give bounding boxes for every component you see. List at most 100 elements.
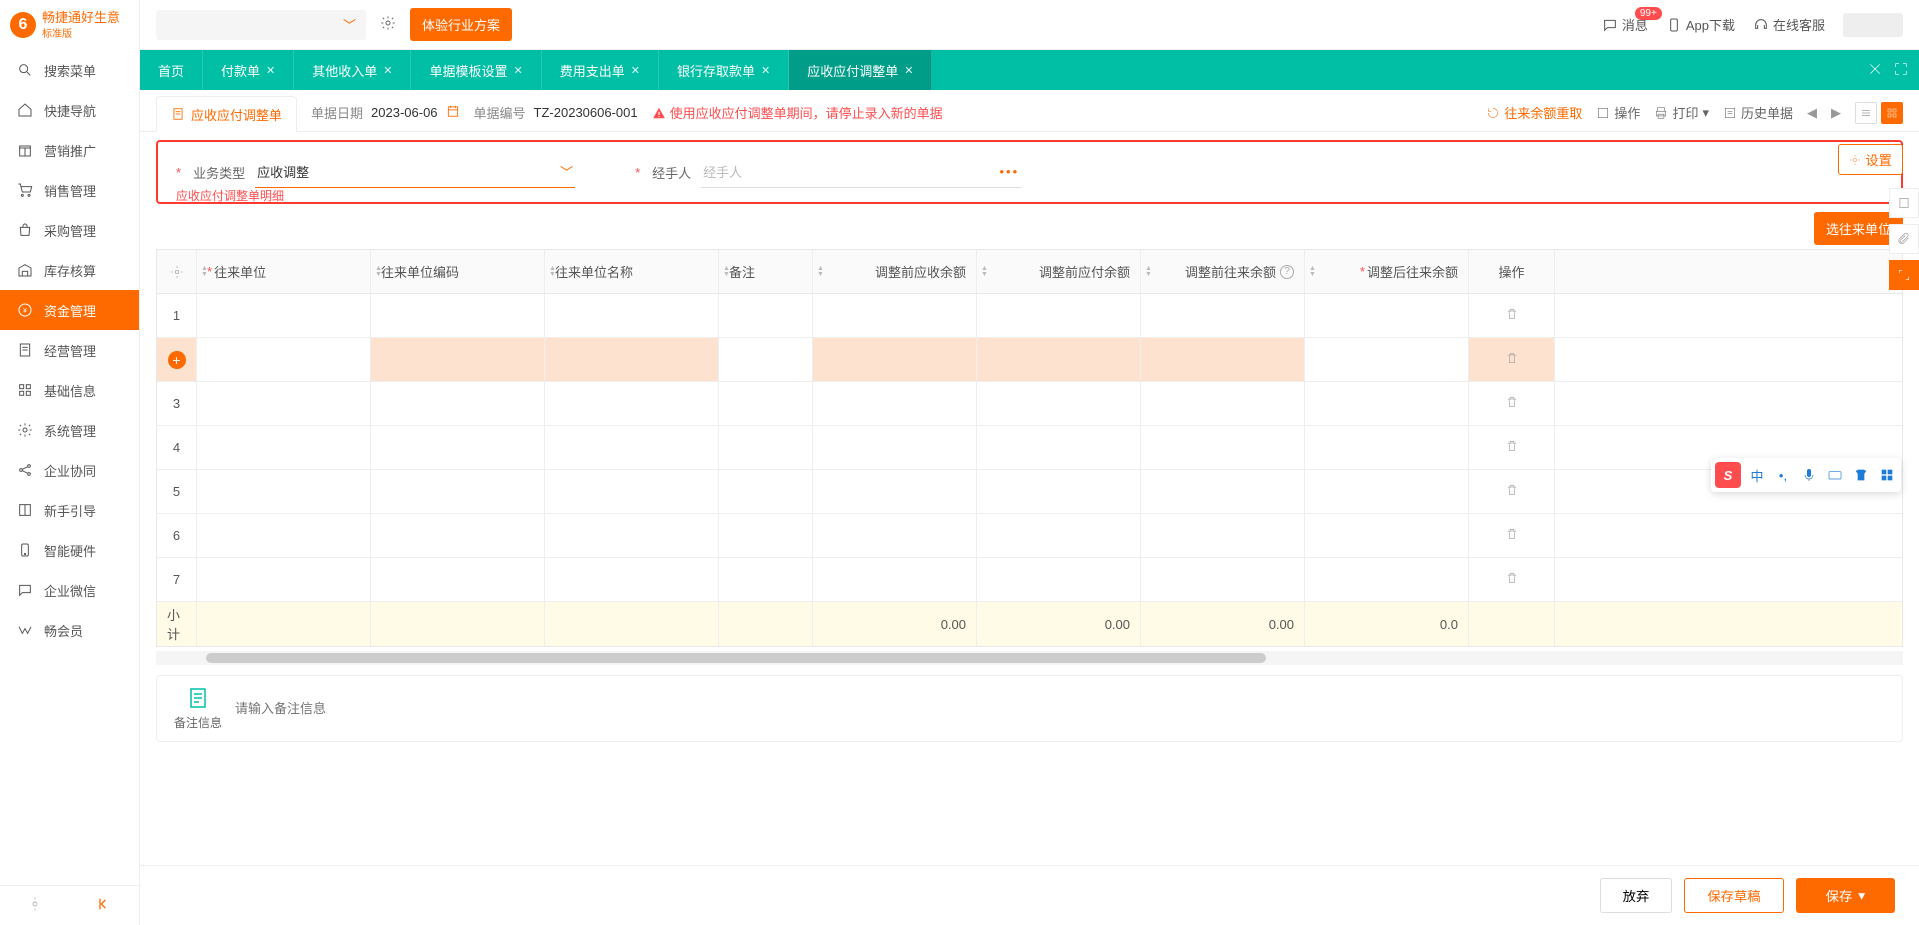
cell-unit[interactable] (197, 558, 371, 601)
print-button[interactable]: 打印▾ (1654, 103, 1709, 122)
ime-toolbox-icon[interactable] (1877, 465, 1897, 485)
cell-post-balance[interactable] (1305, 514, 1469, 557)
th-pre-ar[interactable]: ▲▼调整前应收余额 (813, 250, 977, 293)
tab-bank[interactable]: 银行存取款单✕ (659, 50, 789, 90)
nav-collab[interactable]: 企业协同 (0, 450, 139, 490)
cell-unit[interactable] (197, 382, 371, 425)
cell-unit[interactable] (197, 294, 371, 337)
settings-button[interactable]: 设置 (1838, 144, 1903, 175)
nav-quick-nav[interactable]: 快捷导航 (0, 90, 139, 130)
trash-icon[interactable] (1505, 571, 1519, 588)
cell-remark[interactable] (719, 338, 813, 381)
nav-system[interactable]: 系统管理 (0, 410, 139, 450)
cell-name[interactable] (545, 470, 719, 513)
cell-pre-ar[interactable] (813, 294, 977, 337)
cell-code[interactable] (371, 426, 545, 469)
cell-post-balance[interactable] (1305, 382, 1469, 425)
cell-remark[interactable] (719, 558, 813, 601)
tab-home[interactable]: 首页 (140, 50, 203, 90)
close-icon[interactable]: ✕ (266, 64, 275, 77)
sort-icon[interactable]: ▲▼ (1309, 266, 1316, 278)
view-grid-button[interactable] (1881, 102, 1903, 124)
nav-purchase[interactable]: 采购管理 (0, 210, 139, 250)
cell-pre-ar[interactable] (813, 382, 977, 425)
cell-post-balance[interactable] (1305, 338, 1469, 381)
nav-base-info[interactable]: 基础信息 (0, 370, 139, 410)
cell-pre-ar[interactable] (813, 514, 977, 557)
cell-pre-ar[interactable] (813, 558, 977, 601)
cell-post-balance[interactable] (1305, 558, 1469, 601)
close-icon[interactable]: ✕ (761, 64, 770, 77)
sort-icon[interactable]: ▲▼ (1145, 266, 1152, 278)
close-icon[interactable]: ✕ (631, 64, 640, 77)
save-draft-button[interactable]: 保存草稿 (1684, 878, 1783, 913)
tab-payment[interactable]: 付款单✕ (203, 50, 294, 90)
next-icon[interactable]: ▶ (1831, 105, 1841, 121)
cell-pre-ap[interactable] (977, 514, 1141, 557)
cell-pre-ap[interactable] (977, 382, 1141, 425)
cell-name[interactable] (545, 338, 719, 381)
sort-icon[interactable]: ▲▼ (981, 266, 988, 278)
ime-lang-icon[interactable]: 中 (1747, 465, 1767, 485)
nav-sales[interactable]: 销售管理 (0, 170, 139, 210)
handler-input[interactable]: 经手人 ••• (701, 156, 1021, 188)
cell-remark[interactable] (719, 382, 813, 425)
tabs-fullscreen-icon[interactable] (1893, 61, 1909, 80)
cell-code[interactable] (371, 294, 545, 337)
cell-pre-balance[interactable] (1141, 514, 1305, 557)
trash-icon[interactable] (1505, 395, 1519, 412)
tabs-close-all-icon[interactable] (1867, 61, 1883, 80)
cell-code[interactable] (371, 470, 545, 513)
collapse-icon[interactable] (96, 896, 112, 915)
experience-button[interactable]: 体验行业方案 (410, 8, 512, 41)
th-code[interactable]: ▲▼往来单位编码 (371, 250, 545, 293)
nav-inventory[interactable]: 库存核算 (0, 250, 139, 290)
th-post-balance[interactable]: ▲▼*调整后往来余额 (1305, 250, 1469, 293)
cell-remark[interactable] (719, 294, 813, 337)
cell-remark[interactable] (719, 470, 813, 513)
rail-expand-icon[interactable] (1889, 260, 1919, 290)
more-icon[interactable]: ••• (1000, 164, 1020, 179)
cell-pre-ap[interactable] (977, 338, 1141, 381)
cell-unit[interactable] (197, 470, 371, 513)
ime-punct-icon[interactable]: •, (1773, 465, 1793, 485)
info-icon[interactable]: ? (1280, 265, 1294, 279)
user-avatar[interactable] (1843, 13, 1903, 37)
cell-unit[interactable] (197, 338, 371, 381)
sort-icon[interactable]: ▲▼ (723, 266, 730, 278)
rail-note-icon[interactable] (1889, 188, 1919, 218)
close-icon[interactable]: ✕ (514, 64, 523, 77)
cell-code[interactable] (371, 382, 545, 425)
cell-pre-balance[interactable] (1141, 558, 1305, 601)
ime-skin-icon[interactable] (1851, 465, 1871, 485)
cell-remark[interactable] (719, 514, 813, 557)
cell-pre-balance[interactable] (1141, 382, 1305, 425)
view-list-button[interactable] (1855, 102, 1877, 124)
cell-post-balance[interactable] (1305, 294, 1469, 337)
calendar-icon[interactable] (446, 104, 460, 121)
nav-finance[interactable]: ¥资金管理 (0, 290, 139, 330)
scrollbar-thumb[interactable] (206, 653, 1266, 663)
cell-name[interactable] (545, 382, 719, 425)
nav-vip[interactable]: 畅会员 (0, 610, 139, 650)
cell-unit[interactable] (197, 514, 371, 557)
remarks-input[interactable] (235, 701, 1886, 716)
trash-icon[interactable] (1505, 351, 1519, 368)
cell-pre-balance[interactable] (1141, 470, 1305, 513)
cell-code[interactable] (371, 338, 545, 381)
th-pre-ap[interactable]: ▲▼调整前应付余额 (977, 250, 1141, 293)
abandon-button[interactable]: 放弃 (1600, 878, 1673, 913)
nav-marketing[interactable]: 营销推广 (0, 130, 139, 170)
cell-pre-balance[interactable] (1141, 426, 1305, 469)
nav-hardware[interactable]: 智能硬件 (0, 530, 139, 570)
prev-icon[interactable]: ◀ (1807, 105, 1817, 121)
cell-pre-balance[interactable] (1141, 338, 1305, 381)
app-download-button[interactable]: App下载 (1666, 15, 1735, 34)
biz-type-select[interactable]: 应收调整 ﹀ (255, 156, 575, 188)
nav-operation[interactable]: 经营管理 (0, 330, 139, 370)
th-name[interactable]: ▲▼往来单位名称 (545, 250, 719, 293)
ime-widget[interactable]: S 中 •, (1711, 458, 1901, 492)
tab-ar-ap-adjust[interactable]: 应收应付调整单✕ (789, 50, 932, 90)
settings-icon[interactable] (27, 896, 43, 915)
cell-name[interactable] (545, 514, 719, 557)
